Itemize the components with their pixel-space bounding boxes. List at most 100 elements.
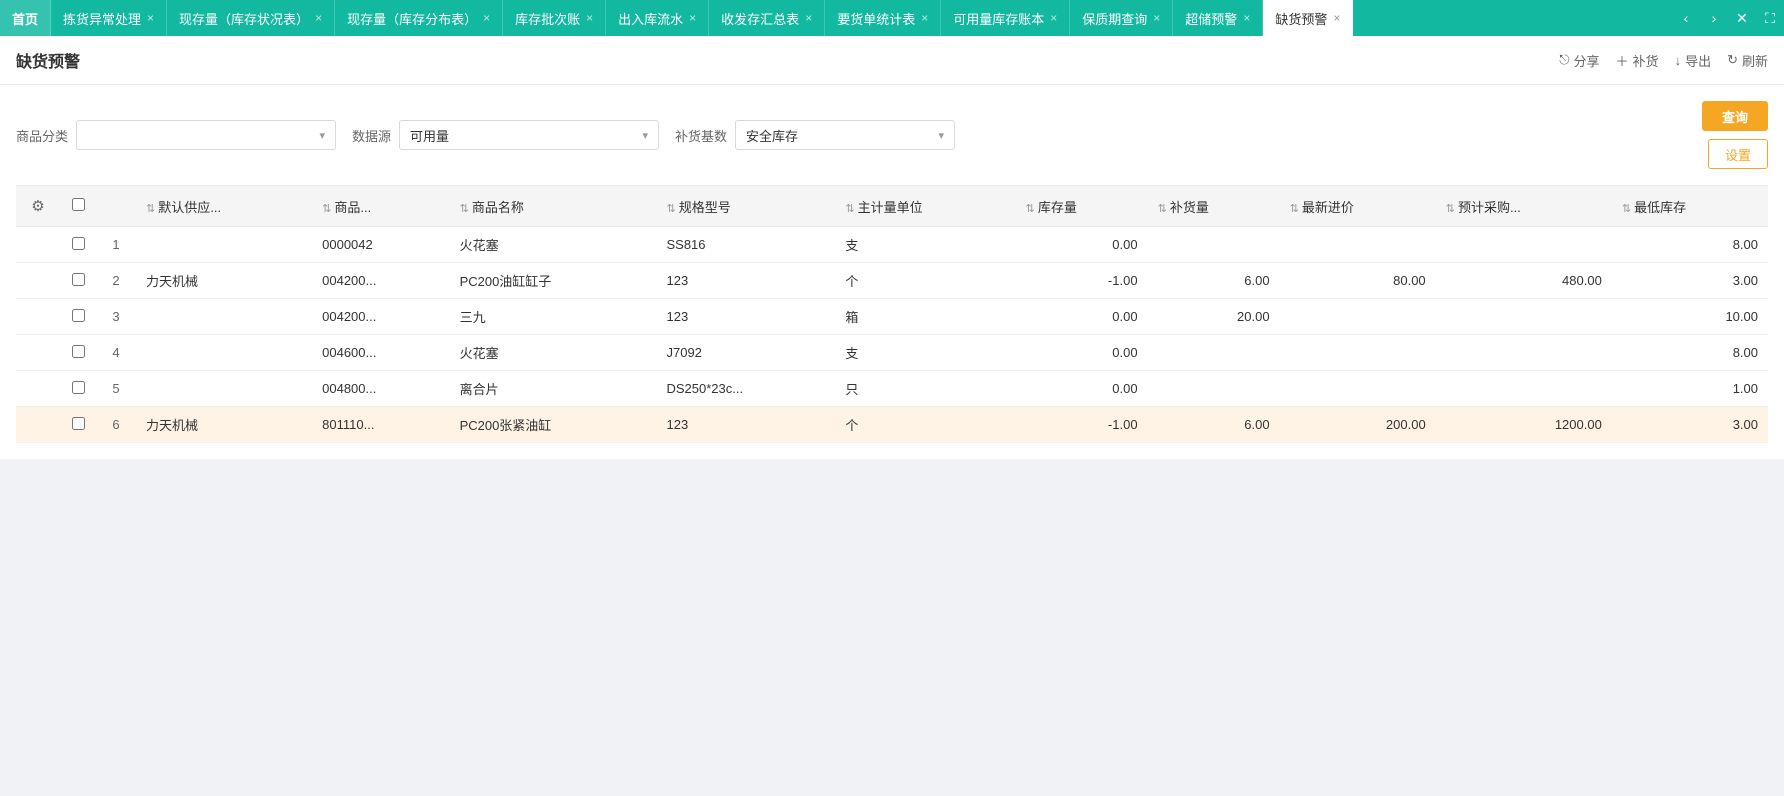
- tab-batch[interactable]: 库存批次账 ×: [503, 0, 606, 36]
- row-checkbox[interactable]: [72, 417, 85, 430]
- row-supplier: 力天机械: [136, 263, 312, 299]
- row-num: 1: [96, 227, 136, 263]
- tab-order-stats[interactable]: 要货单统计表 ×: [825, 0, 941, 36]
- category-select[interactable]: ▾: [76, 120, 336, 150]
- replenish-base-select[interactable]: 安全库存 ▾: [735, 120, 955, 150]
- table-row: 3 004200... 三九 123 箱 0.00 20.00 10.00: [16, 299, 1768, 335]
- nav-arrow-right[interactable]: ›: [1700, 0, 1728, 36]
- tab-shortage[interactable]: 缺货预警 ×: [1263, 0, 1353, 36]
- tab-shortage-close[interactable]: ×: [1333, 12, 1340, 24]
- row-stock-qty: 0.00: [1016, 371, 1148, 407]
- row-supplier: [136, 227, 312, 263]
- row-checkbox-cell[interactable]: [60, 371, 96, 407]
- replenish-base-select-value: 安全库存: [746, 126, 930, 145]
- tab-inventory-status-close[interactable]: ×: [315, 12, 322, 24]
- settings-button[interactable]: 设置: [1708, 139, 1768, 169]
- nav-arrow-group: ‹ › ✕ ⛶: [1672, 0, 1784, 36]
- tab-available-ledger-close[interactable]: ×: [1050, 12, 1057, 24]
- row-supplier: [136, 335, 312, 371]
- th-spec[interactable]: 规格型号: [656, 186, 835, 227]
- query-button[interactable]: 查询: [1702, 101, 1768, 131]
- row-settings-cell: [16, 407, 60, 443]
- row-goods-name: 离合片: [450, 371, 657, 407]
- th-replenish-qty[interactable]: 补货量: [1148, 186, 1280, 227]
- tab-expiry[interactable]: 保质期查询 ×: [1070, 0, 1173, 36]
- row-checkbox[interactable]: [72, 345, 85, 358]
- row-checkbox-cell[interactable]: [60, 263, 96, 299]
- nav-close-btn[interactable]: ✕: [1728, 0, 1756, 36]
- tab-receive-summary[interactable]: 收发存汇总表 ×: [709, 0, 825, 36]
- row-stock-qty: 0.00: [1016, 299, 1148, 335]
- tab-overstock[interactable]: 超储预警 ×: [1173, 0, 1263, 36]
- share-label: 分享: [1574, 51, 1600, 70]
- row-checkbox[interactable]: [72, 381, 85, 394]
- export-action[interactable]: ↓ 导出: [1675, 51, 1712, 70]
- tab-expiry-close[interactable]: ×: [1153, 12, 1160, 24]
- th-goods-code[interactable]: 商品...: [312, 186, 449, 227]
- row-goods-name: PC200张紧油缸: [450, 407, 657, 443]
- tab-inventory-dist[interactable]: 现存量（库存分布表） ×: [335, 0, 503, 36]
- tab-exception-close[interactable]: ×: [147, 12, 154, 24]
- row-settings-cell: [16, 299, 60, 335]
- th-settings[interactable]: ⚙: [16, 186, 60, 227]
- row-checkbox-cell[interactable]: [60, 335, 96, 371]
- datasource-filter-group: 数据源 可用量 ▾: [352, 120, 659, 150]
- page-header: 缺货预警 ⎋ 分享 ＋ 补货 ↓ 导出 ↻ 刷新: [0, 36, 1784, 85]
- share-action[interactable]: ⎋ 分享: [1559, 51, 1599, 70]
- select-all-checkbox[interactable]: [72, 198, 85, 211]
- th-default-supplier[interactable]: 默认供应...: [136, 186, 312, 227]
- row-checkbox-cell[interactable]: [60, 227, 96, 263]
- datasource-select[interactable]: 可用量 ▾: [399, 120, 659, 150]
- row-est-purchase: 1200.00: [1436, 407, 1612, 443]
- row-num: 6: [96, 407, 136, 443]
- replenish-base-filter-group: 补货基数 安全库存 ▾: [675, 120, 955, 150]
- tab-inout-flow[interactable]: 出入库流水 ×: [606, 0, 709, 36]
- refresh-action[interactable]: ↻ 刷新: [1727, 51, 1768, 70]
- replenish-icon: ＋: [1616, 51, 1629, 70]
- replenish-action[interactable]: ＋ 补货: [1616, 51, 1659, 70]
- row-settings-cell: [16, 227, 60, 263]
- tab-inventory-dist-close[interactable]: ×: [483, 12, 490, 24]
- nav-arrow-left[interactable]: ‹: [1672, 0, 1700, 36]
- tab-batch-close[interactable]: ×: [586, 12, 593, 24]
- export-label: 导出: [1685, 51, 1711, 70]
- nav-fullscreen-btn[interactable]: ⛶: [1756, 0, 1784, 36]
- datasource-label: 数据源: [352, 126, 391, 145]
- tab-order-stats-close[interactable]: ×: [921, 12, 928, 24]
- table-container: ⚙ 默认供应... 商品... 商品名称 规格型号 主计量单位 库存量 补货量 …: [0, 185, 1784, 459]
- tab-exception[interactable]: 拣货异常处理 ×: [51, 0, 167, 36]
- row-checkbox-cell[interactable]: [60, 407, 96, 443]
- th-min-stock[interactable]: 最低库存: [1612, 186, 1768, 227]
- row-replenish-qty: 6.00: [1148, 407, 1280, 443]
- th-est-purchase[interactable]: 预计采购...: [1436, 186, 1612, 227]
- row-checkbox[interactable]: [72, 273, 85, 286]
- row-replenish-qty: [1148, 335, 1280, 371]
- th-goods-name[interactable]: 商品名称: [450, 186, 657, 227]
- row-unit: 只: [835, 371, 1015, 407]
- row-num: 4: [96, 335, 136, 371]
- th-unit[interactable]: 主计量单位: [835, 186, 1015, 227]
- row-checkbox[interactable]: [72, 237, 85, 250]
- row-spec: DS250*23c...: [656, 371, 835, 407]
- row-spec: 123: [656, 407, 835, 443]
- row-goods-code: 004600...: [312, 335, 449, 371]
- datasource-chevron-icon: ▾: [643, 129, 649, 142]
- tab-available-ledger[interactable]: 可用量库存账本 ×: [941, 0, 1070, 36]
- th-stock-qty[interactable]: 库存量: [1016, 186, 1148, 227]
- th-checkbox[interactable]: [60, 186, 96, 227]
- th-latest-price[interactable]: 最新进价: [1280, 186, 1436, 227]
- row-replenish-qty: 20.00: [1148, 299, 1280, 335]
- row-checkbox[interactable]: [72, 309, 85, 322]
- tab-overstock-close[interactable]: ×: [1243, 12, 1250, 24]
- column-settings-icon[interactable]: ⚙: [26, 194, 50, 218]
- th-num: [96, 186, 136, 227]
- tab-home[interactable]: 首页: [0, 0, 51, 36]
- tab-available-ledger-label: 可用量库存账本: [953, 9, 1044, 28]
- row-checkbox-cell[interactable]: [60, 299, 96, 335]
- table-body: 1 0000042 火花塞 SS816 支 0.00 8.00 2 力天机械 0…: [16, 227, 1768, 443]
- tab-inventory-status[interactable]: 现存量（库存状况表） ×: [167, 0, 335, 36]
- tab-inout-flow-close[interactable]: ×: [689, 12, 696, 24]
- tab-receive-summary-close[interactable]: ×: [805, 12, 812, 24]
- row-replenish-qty: [1148, 371, 1280, 407]
- replenish-label: 补货: [1633, 51, 1659, 70]
